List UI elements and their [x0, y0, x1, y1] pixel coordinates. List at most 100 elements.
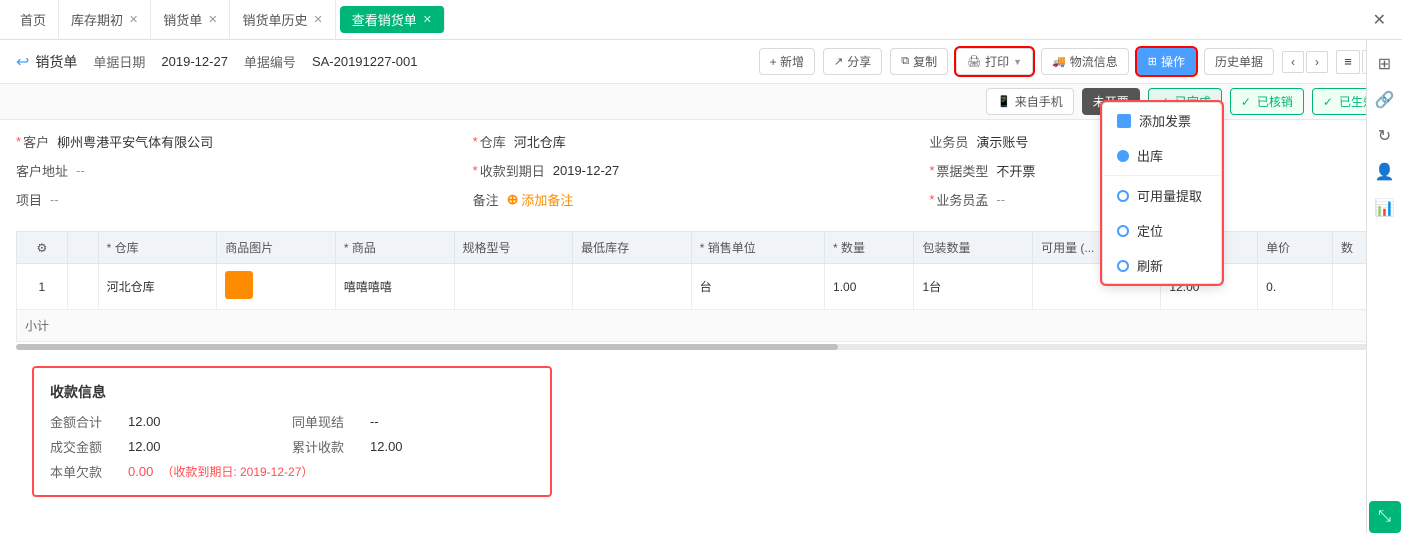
subtotal-label: 小计 [17, 310, 1386, 342]
out-warehouse-icon [1117, 150, 1129, 162]
project-field: 项目 -- [16, 190, 473, 209]
sidebar-chart-icon[interactable]: 📊 [1369, 192, 1401, 224]
new-button[interactable]: + 新增 [759, 48, 815, 75]
tab-home-label: 首页 [20, 10, 46, 29]
payment-date-value[interactable]: 2019-12-27 [553, 163, 620, 178]
dropdown-locate[interactable]: 定位 [1103, 213, 1221, 248]
next-arrow[interactable]: › [1306, 51, 1328, 73]
customer-label: 客户 [23, 132, 49, 151]
table-scrollbar[interactable] [16, 344, 1386, 350]
sidebar-grid-icon[interactable]: ⊞ [1369, 48, 1401, 80]
from-phone-btn[interactable]: 📱 来自手机 [986, 88, 1074, 115]
th-price: 单价 [1258, 232, 1333, 264]
payment-cumulative-row: 累计收款 12.00 [292, 437, 534, 456]
cumulative-label: 累计收款 [292, 437, 362, 456]
same-order-label: 同单现结 [292, 412, 362, 431]
td-product-image [217, 264, 336, 310]
refresh-label: 刷新 [1137, 256, 1163, 275]
tab-sales-order[interactable]: 销货单 ✕ [151, 0, 230, 40]
right-sidebar: ⊞ 🔗 ↻ 👤 📊 ⤡ [1366, 40, 1402, 533]
cumulative-value: 12.00 [370, 439, 403, 454]
td-spec [454, 264, 573, 310]
voided-btn[interactable]: ✓ 已核销 [1230, 88, 1304, 115]
copy-label: 复制 [913, 53, 937, 70]
from-phone-label: 来自手机 [1015, 93, 1063, 110]
share-button[interactable]: ↗ 分享 [823, 48, 882, 75]
copy-button[interactable]: ⧉ 复制 [890, 48, 948, 75]
tab-history-close[interactable]: ✕ [314, 13, 323, 26]
logistics-label: 物流信息 [1070, 53, 1118, 70]
payment-grid: 金额合计 12.00 同单现结 -- 成交金额 12.00 累计收款 12.00… [50, 412, 534, 481]
td-unit: 台 [691, 264, 824, 310]
warehouse-value[interactable]: 河北仓库 [514, 132, 566, 151]
note-field: 备注 ⊕ 添加备注 [473, 190, 930, 209]
product-image-thumbnail [225, 271, 253, 299]
customer-value[interactable]: 柳州粤港平安气体有限公司 [57, 132, 213, 151]
voided-label: 已核销 [1257, 93, 1293, 110]
locate-icon [1117, 225, 1129, 237]
new-label: + 新增 [770, 53, 804, 70]
tab-home[interactable]: 首页 [8, 0, 59, 40]
th-gear[interactable]: ⚙ [17, 232, 68, 264]
transaction-value: 12.00 [128, 439, 161, 454]
available-qty-icon [1117, 190, 1129, 202]
sidebar-expand-icon[interactable]: ⤡ [1369, 501, 1401, 533]
sidebar-refresh-icon[interactable]: ↻ [1369, 120, 1401, 152]
total-label: 金额合计 [50, 412, 120, 431]
warehouse-field: * 仓库 河北仓库 [473, 132, 930, 151]
sidebar-user-icon[interactable]: 👤 [1369, 156, 1401, 188]
sp2-value: -- [996, 192, 1005, 207]
th-warehouse: * 仓库 [98, 232, 217, 264]
td-price: 0. [1258, 264, 1333, 310]
th-min-stock: 最低库存 [573, 232, 692, 264]
tab-inventory-init[interactable]: 库存期初 ✕ [59, 0, 151, 40]
payment-date-required: * [473, 163, 478, 178]
td-product-name: 嘻嘻嘻嘻 [335, 264, 454, 310]
tab-inventory-label: 库存期初 [71, 10, 123, 29]
payment-section: 收款信息 金额合计 12.00 同单现结 -- 成交金额 12.00 累计收款 … [32, 366, 552, 497]
print-button[interactable]: 🖨 打印 ▼ [956, 48, 1033, 75]
tab-bar: 首页 库存期初 ✕ 销货单 ✕ 销货单历史 ✕ 查看销货单 ✕ ✕ [0, 0, 1402, 40]
doc-type-icon: ↩ [16, 52, 29, 72]
refresh-icon [1117, 260, 1129, 272]
add-note-button[interactable]: ⊕ 添加备注 [507, 190, 574, 209]
customer-required: * [16, 134, 21, 149]
salesperson-label: 业务员 [929, 132, 968, 151]
dropdown-add-invoice[interactable]: 添加发票 [1103, 103, 1221, 138]
history-button[interactable]: 历史单据 [1204, 48, 1274, 75]
tab-sales-close[interactable]: ✕ [208, 13, 217, 26]
payment-date-label: 收款到期日 [480, 161, 545, 180]
th-spec: 规格型号 [454, 232, 573, 264]
global-close-button[interactable]: ✕ [1365, 10, 1394, 30]
project-value: -- [50, 192, 59, 207]
td-row-num: 1 [17, 264, 68, 310]
dropdown-out-warehouse[interactable]: 出库 [1103, 138, 1221, 173]
prev-arrow[interactable]: ‹ [1282, 51, 1304, 73]
dropdown-available-qty[interactable]: 可用量提取 [1103, 178, 1221, 213]
customer-field: * 客户 柳州粤港平安气体有限公司 [16, 132, 473, 151]
tab-view-label: 查看销货单 [352, 10, 417, 29]
operate-dropdown: 添加发票 出库 可用量提取 定位 刷新 [1102, 102, 1222, 284]
td-warehouse: 河北仓库 [98, 264, 217, 310]
subtotal-row: 小计 [17, 310, 1386, 342]
td-qty: 1.00 [825, 264, 914, 310]
sidebar-link-icon[interactable]: 🔗 [1369, 84, 1401, 116]
note-label: 备注 [473, 190, 499, 209]
tab-view-close[interactable]: ✕ [423, 13, 432, 26]
number-value: SA-20191227-001 [312, 54, 418, 69]
logistics-button[interactable]: 🚚 物流信息 [1041, 48, 1129, 75]
tab-view-sales[interactable]: 查看销货单 ✕ [340, 6, 445, 33]
operate-button[interactable]: ⊞ 操作 [1137, 48, 1196, 75]
th-pack-qty: 包装数量 [914, 232, 1033, 264]
tab-inventory-close[interactable]: ✕ [129, 13, 138, 26]
list-view-icon[interactable]: ≡ [1336, 50, 1360, 74]
total-value: 12.00 [128, 414, 161, 429]
date-label: 单据日期 [93, 52, 145, 71]
nav-arrows: ‹ › [1282, 51, 1328, 73]
th-product-image: 商品图片 [217, 232, 336, 264]
tab-sales-history[interactable]: 销货单历史 ✕ [230, 0, 335, 40]
payment-due-row: 本单欠款 0.00 （收款到期日: 2019-12-27） [50, 462, 534, 481]
th-row-num [67, 232, 98, 264]
dropdown-refresh[interactable]: 刷新 [1103, 248, 1221, 283]
doc-meta: 单据日期 2019-12-27 单据编号 SA-20191227-001 [93, 52, 417, 71]
